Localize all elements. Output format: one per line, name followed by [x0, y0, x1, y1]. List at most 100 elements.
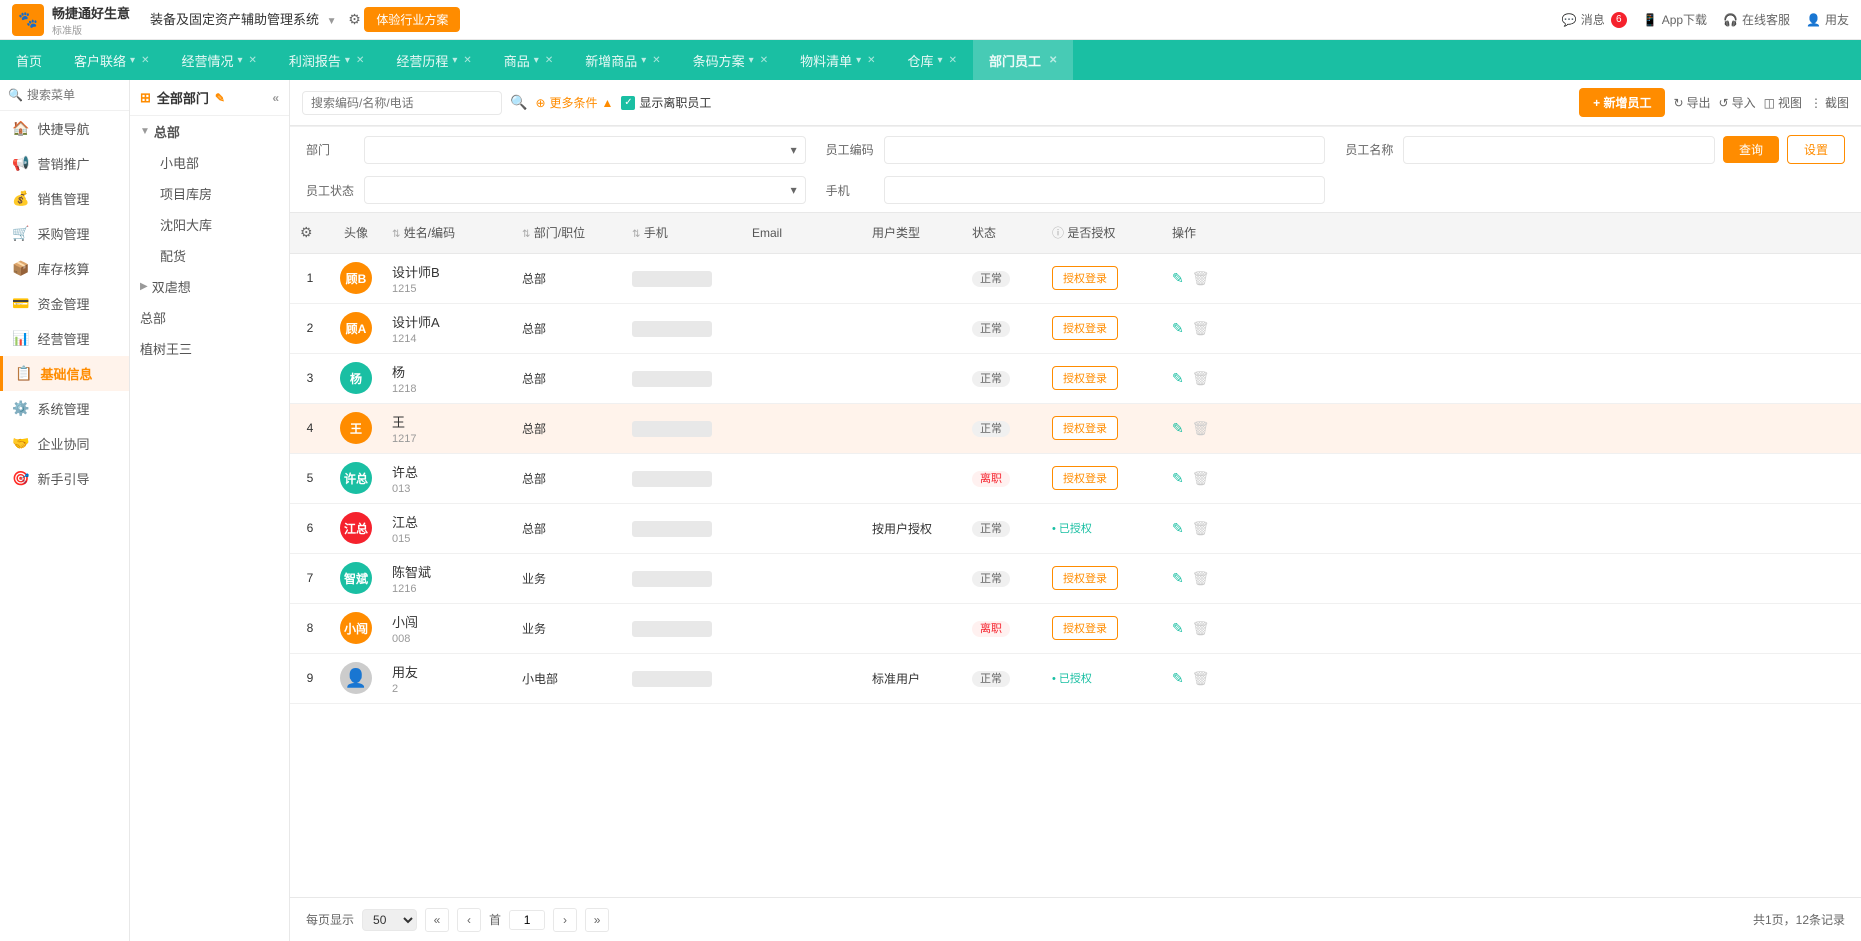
sort-phone-icon[interactable]: ⇅ — [632, 229, 640, 240]
table-settings-icon[interactable]: ⚙ — [300, 224, 313, 240]
edit-btn[interactable]: ✎ — [1172, 270, 1184, 287]
export-btn[interactable]: ↻ 导出 — [1673, 94, 1710, 111]
dept-node-xiangmu[interactable]: 项目库房 — [150, 178, 289, 209]
edit-btn[interactable]: ✎ — [1172, 320, 1184, 337]
tab-barcode[interactable]: 条码方案▾✕ — [677, 40, 784, 80]
print-btn[interactable]: ⋮ 截图 — [1810, 94, 1849, 111]
sidebar-item-quicknav[interactable]: 🏠 快捷导航 — [0, 111, 129, 146]
tab-bom[interactable]: 物料清单▾✕ — [784, 40, 891, 80]
sort-icon[interactable]: ⇅ — [392, 229, 400, 240]
show-resigned-toggle[interactable]: ✓ 显示离职员工 — [621, 94, 711, 111]
system-dropdown-arrow[interactable]: ▼ — [327, 16, 337, 27]
emp-code-input[interactable] — [884, 136, 1326, 164]
edit-btn[interactable]: ✎ — [1172, 520, 1184, 537]
experience-btn[interactable]: 体验行业方案 — [364, 7, 460, 32]
auth-login-btn[interactable]: 授权登录 — [1052, 466, 1118, 490]
tab-warehouse[interactable]: 仓库▾✕ — [892, 40, 973, 80]
dept-node-peihuo[interactable]: 配货 — [150, 240, 289, 271]
row-dept: 业务 — [512, 603, 622, 653]
sidebar-item-collab[interactable]: 🤝 企业协同 — [0, 426, 129, 461]
dept-node-shuang[interactable]: ▶ 双虐想 — [130, 271, 289, 302]
emp-status-select[interactable]: ▾ — [364, 176, 806, 204]
sidebar-item-finance[interactable]: 💳 资金管理 — [0, 286, 129, 321]
phone-input[interactable] — [884, 176, 1326, 204]
sidebar-item-guide[interactable]: 🎯 新手引导 — [0, 461, 129, 496]
view-btn[interactable]: ◫ 视图 — [1764, 94, 1802, 111]
delete-btn[interactable]: 🗑 — [1192, 420, 1210, 437]
search-btn[interactable]: 🔍 — [510, 94, 527, 111]
delete-btn[interactable]: 🗑 — [1192, 620, 1210, 637]
sidebar-item-basic-info[interactable]: 📋 基础信息 — [0, 356, 129, 391]
sidebar-item-biz-manage[interactable]: 📊 经营管理 — [0, 321, 129, 356]
row-email — [742, 353, 862, 403]
import-btn[interactable]: ↺ 导入 — [1719, 94, 1756, 111]
auth-login-btn[interactable]: 授权登录 — [1052, 566, 1118, 590]
next-page-btn[interactable]: › — [553, 908, 577, 932]
row-status: 正常 — [962, 553, 1042, 603]
page-input[interactable] — [509, 910, 545, 930]
auth-login-btn[interactable]: 授权登录 — [1052, 366, 1118, 390]
delete-btn[interactable]: 🗑 — [1192, 270, 1210, 287]
row-user-type: 标准用户 — [862, 653, 962, 703]
tab-goods[interactable]: 商品▾✕ — [488, 40, 569, 80]
dept-filter-select[interactable]: ▾ — [364, 136, 806, 164]
tab-operation[interactable]: 经营情况▾✕ — [165, 40, 272, 80]
user-btn[interactable]: 👤 用友 — [1806, 11, 1849, 28]
auth-login-btn[interactable]: 授权登录 — [1052, 616, 1118, 640]
sidebar-item-inventory[interactable]: 📦 库存核算 — [0, 251, 129, 286]
app-download-btn[interactable]: 📱 App下载 — [1643, 11, 1707, 28]
dept-node-zhishu[interactable]: 植树王三 — [130, 333, 289, 364]
delete-btn[interactable]: 🗑 — [1192, 670, 1210, 687]
auth-login-btn[interactable]: 授权登录 — [1052, 316, 1118, 340]
dept-node-xiaodian[interactable]: 小电部 — [150, 147, 289, 178]
edit-btn[interactable]: ✎ — [1172, 370, 1184, 387]
inventory-icon: 📦 — [12, 260, 29, 277]
delete-btn[interactable]: 🗑 — [1192, 520, 1210, 537]
tab-history[interactable]: 经营历程▾✕ — [380, 40, 487, 80]
prev-page-btn[interactable]: ‹ — [457, 908, 481, 932]
more-filter-btn[interactable]: ⊕ 更多条件 ▲ — [535, 94, 613, 111]
first-page-btn[interactable]: « — [425, 908, 449, 932]
edit-btn[interactable]: ✎ — [1172, 470, 1184, 487]
sidebar-item-purchase[interactable]: 🛒 采购管理 — [0, 216, 129, 251]
edit-btn[interactable]: ✎ — [1172, 570, 1184, 587]
search-input[interactable] — [302, 91, 502, 115]
settings-icon[interactable]: ⚙ — [348, 11, 361, 27]
auth-login-btn[interactable]: 授权登录 — [1052, 416, 1118, 440]
sort-dept-icon[interactable]: ⇅ — [522, 229, 530, 240]
last-page-btn[interactable]: » — [585, 908, 609, 932]
edit-btn[interactable]: ✎ — [1172, 420, 1184, 437]
dept-node-zongbu[interactable]: ▼ 总部 — [130, 116, 289, 147]
row-user-type — [862, 403, 962, 453]
auth-login-btn[interactable]: 授权登录 — [1052, 266, 1118, 290]
reset-btn[interactable]: 设置 — [1787, 135, 1845, 164]
edit-btn[interactable]: ✎ — [1172, 620, 1184, 637]
resigned-checkbox[interactable]: ✓ — [621, 96, 635, 110]
tab-dept-staff[interactable]: 部门员工✕ — [973, 40, 1073, 80]
dept-node-zb2[interactable]: 总部 — [130, 302, 289, 333]
message-btn[interactable]: 💬 消息 6 — [1562, 11, 1627, 28]
online-service-btn[interactable]: 🎧 在线客服 — [1723, 11, 1790, 28]
tab-profit[interactable]: 利润报告▾✕ — [273, 40, 380, 80]
row-name-code: 许总013 — [382, 453, 512, 503]
dept-node-shenyang[interactable]: 沈阳大库 — [150, 209, 289, 240]
emp-name-input[interactable] — [1403, 136, 1715, 164]
delete-btn[interactable]: 🗑 — [1192, 370, 1210, 387]
tab-add-goods[interactable]: 新增商品▾✕ — [569, 40, 676, 80]
sidebar-item-sales[interactable]: 💰 销售管理 — [0, 181, 129, 216]
query-btn[interactable]: 查询 — [1723, 136, 1779, 163]
tab-customer[interactable]: 客户联络▾✕ — [58, 40, 165, 80]
filter-emp-code: 员工编码 — [826, 136, 1326, 164]
delete-btn[interactable]: 🗑 — [1192, 570, 1210, 587]
sidebar-item-system[interactable]: ⚙️ 系统管理 — [0, 391, 129, 426]
tab-home[interactable]: 首页 — [0, 40, 58, 80]
row-name-code: 王1217 — [382, 403, 512, 453]
delete-btn[interactable]: 🗑 — [1192, 470, 1210, 487]
collapse-tree-btn[interactable]: « — [272, 91, 279, 105]
add-employee-btn[interactable]: + 新增员工 — [1579, 88, 1665, 117]
sidebar-item-marketing[interactable]: 📢 营销推广 — [0, 146, 129, 181]
delete-btn[interactable]: 🗑 — [1192, 320, 1210, 337]
page-size-select[interactable]: 50 20 100 — [362, 909, 417, 931]
edit-btn[interactable]: ✎ — [1172, 670, 1184, 687]
edit-dept-icon[interactable]: ✎ — [215, 91, 225, 105]
